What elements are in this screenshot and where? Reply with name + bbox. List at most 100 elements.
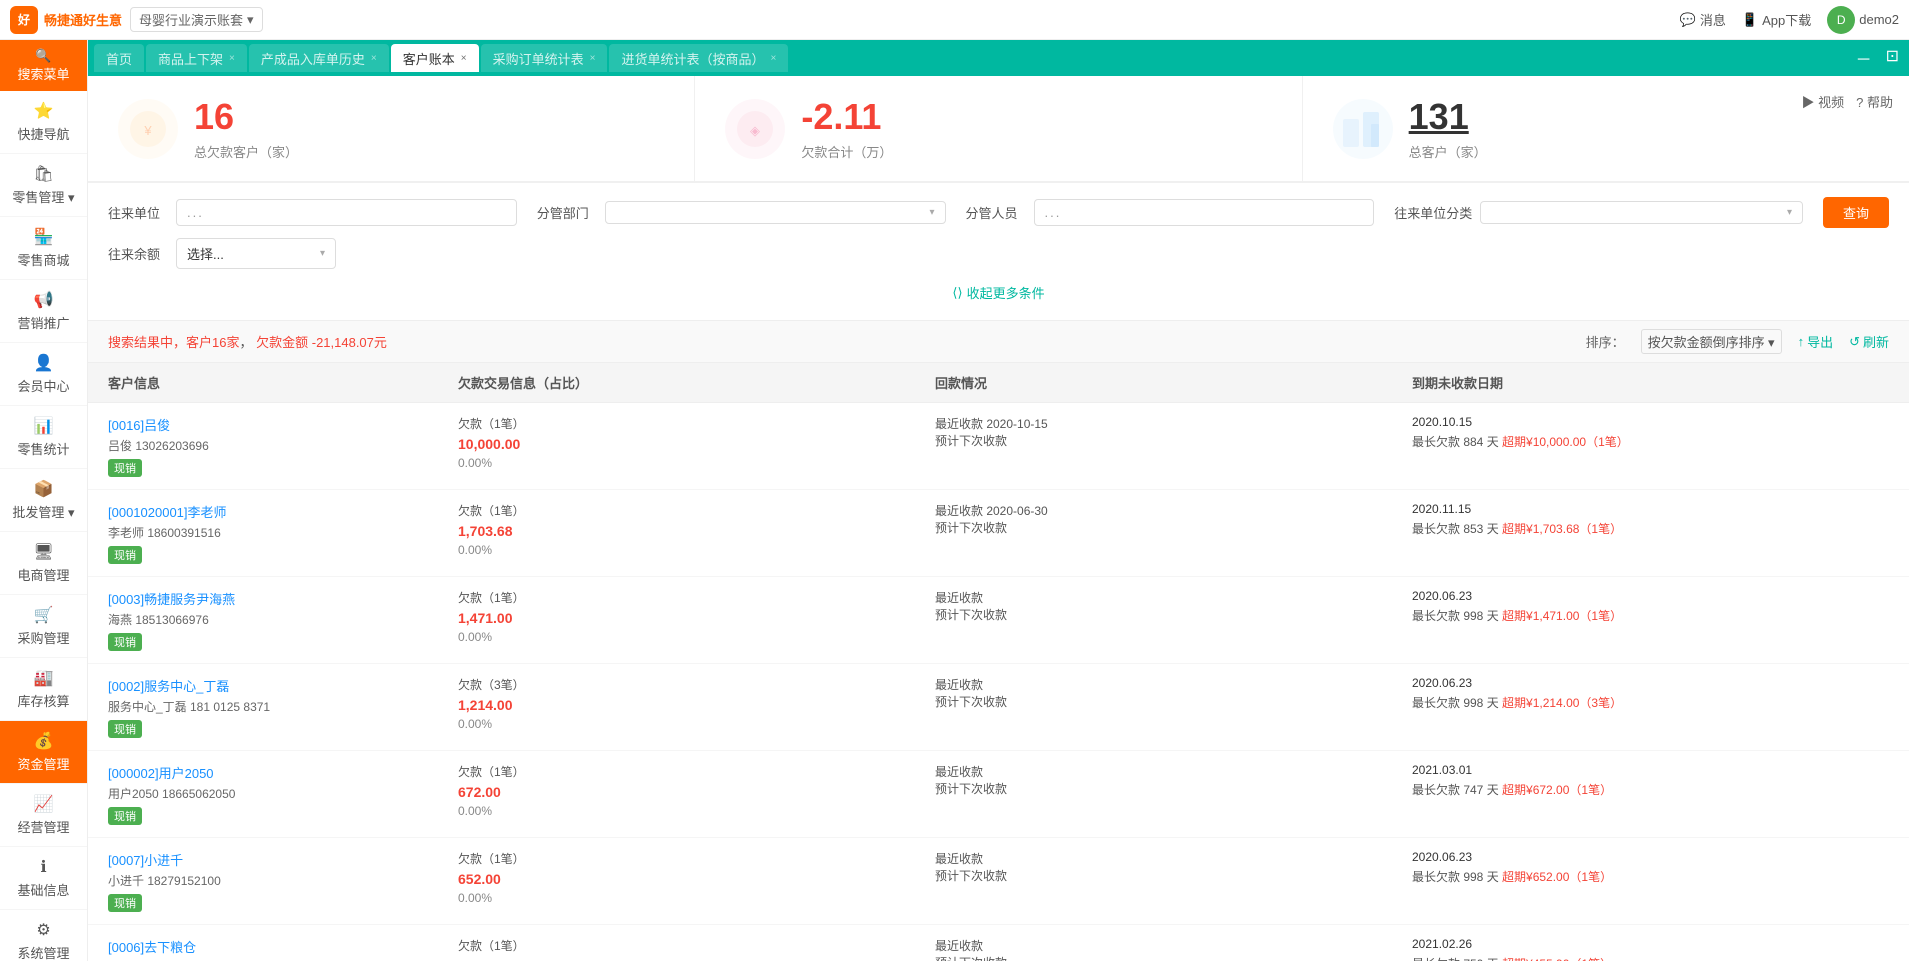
tab-purchase-order[interactable]: 采购订单统计表 × [481,44,608,72]
customer-name-link[interactable]: [0016]吕俊 [108,418,170,433]
org-selector[interactable]: 母婴行业演示账套 ▾ [130,7,263,32]
customer-contact: 吕俊 13026203696 [108,437,458,454]
operation-icon: 📈 [34,794,54,814]
user-area[interactable]: D demo2 [1827,6,1899,34]
stat-label-amount: 欠款合计（万） [801,142,892,161]
sidebar-item-inventory[interactable]: 🏭 库存核算 [0,658,87,721]
customer-name-link[interactable]: [000002]用户2050 [108,766,214,781]
tab-customer-account[interactable]: 客户账本 × [391,44,479,72]
sidebar-item-basic-info[interactable]: ℹ 基础信息 [0,847,87,910]
customer-badge: 现销 [108,720,142,738]
overdue-link[interactable]: 超期¥672.00（1笔） [1502,783,1612,797]
close-icon[interactable]: × [461,53,467,64]
customer-name-link[interactable]: [0003]畅捷服务尹海燕 [108,592,235,607]
tab-purchase-stats[interactable]: 进货单统计表（按商品） × [609,44,788,72]
close-icon[interactable]: × [371,53,377,64]
customer-info: [000002]用户2050 用户2050 18665062050 现销 [108,763,458,825]
customer-name-link[interactable]: [0006]去下粮仓 [108,940,196,955]
stat-number-customers: 16 [194,96,298,138]
stats-bar: ¥ 16 总欠款客户（家） ◈ [88,76,1909,183]
recovery-label: 最近收款 [935,937,1412,954]
refresh-btn[interactable]: ↺ 刷新 [1849,332,1889,351]
video-btn[interactable]: ▶ 视频 [1802,92,1845,111]
sidebar-item-retail-stats[interactable]: 📊 零售统计 [0,406,87,469]
inventory-icon: 🏭 [34,668,54,688]
filter-area: 往来单位 ... 分管部门 ▾ [88,183,1909,321]
sidebar-item-marketing[interactable]: 📢 营销推广 [0,280,87,343]
due-date-info: 2020.10.15 最长欠款 884 天 超期¥10,000.00（1笔） [1412,415,1889,450]
stat-info-customers: 16 总欠款客户（家） [194,96,298,161]
customer-badge: 现销 [108,807,142,825]
customer-name-link[interactable]: [0002]服务中心_丁磊 [108,679,229,694]
logo-area: 好 畅捷通好生意 [10,6,122,34]
sidebar-item-retail-manage[interactable]: 🛍 零售管理 ▾ [0,154,87,217]
query-button[interactable]: 查询 [1823,197,1889,228]
close-icon[interactable]: × [229,53,235,64]
recovery-info: 最近收款 预计下次收款 [935,763,1412,797]
source-unit-input[interactable]: ... [176,199,517,226]
overdue-link[interactable]: 超期¥1,214.00（3笔） [1502,696,1622,710]
balance-select[interactable]: 选择... ▾ [176,238,336,269]
tab-product-offline[interactable]: 商品上下架 × [146,44,247,72]
app-download-btn[interactable]: 📱 App下载 [1742,10,1811,29]
chevron-down-icon: ▾ [1768,335,1775,350]
export-btn[interactable]: ↑ 导出 [1798,332,1834,351]
stat-actions: ▶ 视频 ? 帮助 [1802,92,1893,111]
debt-info: 欠款（1笔） 455.90 0.00% [458,937,935,961]
sidebar-item-operation[interactable]: 📈 经营管理 [0,784,87,847]
amount-icon: ◈ [725,99,785,159]
overdue-link[interactable]: 超期¥1,703.68（1笔） [1502,522,1622,536]
overdue-info: 最长欠款 884 天 超期¥10,000.00（1笔） [1412,433,1889,450]
overdue-info: 最长欠款 853 天 超期¥1,703.68（1笔） [1412,520,1889,537]
overdue-link[interactable]: 超期¥1,471.00（1笔） [1502,609,1622,623]
next-payment: 预计下次收款 [935,954,1412,961]
filter-person: 分管人员 ... [966,199,1375,226]
retail-icon: 🛍 [33,164,53,184]
stat-card-customers: ¥ 16 总欠款客户（家） [88,76,695,181]
sidebar-item-quick-nav[interactable]: ⭐ 快捷导航 [0,91,87,154]
unit-class-input[interactable]: ▾ [1480,201,1803,224]
tab-label: 产成品入库单历史 [261,49,365,68]
stat-info-total: 131 总客户（家） [1409,96,1487,161]
close-icon[interactable]: × [590,53,596,64]
person-input[interactable]: ... [1034,199,1375,226]
recovery-label: 最近收款 [935,850,1412,867]
debt-label: 欠款（1笔） [458,937,935,954]
tab-maximize-btn[interactable]: ⊡ [1882,44,1903,72]
help-btn[interactable]: ? 帮助 [1856,92,1893,111]
filter-unit-class: 往来单位分类 ▾ [1394,201,1803,224]
next-payment: 预计下次收款 [935,432,1412,449]
sidebar-item-retail-mall[interactable]: 🏪 零售商城 [0,217,87,280]
tab-home[interactable]: 首页 [94,44,144,72]
tab-product-history[interactable]: 产成品入库单历史 × [249,44,389,72]
overdue-link[interactable]: 超期¥455.90（1笔） [1502,957,1612,961]
sidebar-item-system[interactable]: ⚙ 系统管理 [0,910,87,961]
sidebar-item-ecommerce[interactable]: 🖥 电商管理 [0,532,87,595]
dept-input[interactable]: ▾ [605,201,946,224]
sidebar-item-member[interactable]: 👤 会员中心 [0,343,87,406]
sidebar-item-capital[interactable]: 💰 资金管理 [0,721,87,784]
tab-minimize-btn[interactable]: － [1852,44,1876,72]
marketing-icon: 📢 [34,290,54,310]
stat-number-amount: -2.11 [801,96,892,138]
customer-badge: 现销 [108,459,142,477]
sidebar-item-label: 快捷导航 [17,124,69,143]
tab-bar: 首页 商品上下架 × 产成品入库单历史 × 客户账本 × 采购订单统计表 × [88,40,1909,76]
chevron-down-icon: ▾ [247,12,254,28]
sidebar-item-batch-manage[interactable]: 📦 批发管理 ▾ [0,469,87,532]
total-icon [1333,99,1393,159]
customer-name-link[interactable]: [0001020001]李老师 [108,505,227,520]
message-icon: 💬 [1680,12,1696,28]
close-icon[interactable]: × [770,53,776,64]
col-header-customer: 客户信息 [108,373,458,392]
col-header-duedate: 到期未收款日期 [1412,373,1889,392]
message-btn[interactable]: 💬 消息 [1680,10,1726,29]
overdue-link[interactable]: 超期¥652.00（1笔） [1502,870,1612,884]
sidebar-item-purchase[interactable]: 🛒 采购管理 [0,595,87,658]
sort-select[interactable]: 按欠款金额倒序排序 ▾ [1641,329,1782,354]
customer-name-link[interactable]: [0007]小进千 [108,853,183,868]
collapse-btn[interactable]: ⟨⟩ 收起更多条件 [108,279,1889,306]
tab-label: 客户账本 [403,49,455,68]
search-menu-btn[interactable]: 🔍 搜索菜单 [0,40,87,91]
overdue-link[interactable]: 超期¥10,000.00（1笔） [1502,435,1629,449]
